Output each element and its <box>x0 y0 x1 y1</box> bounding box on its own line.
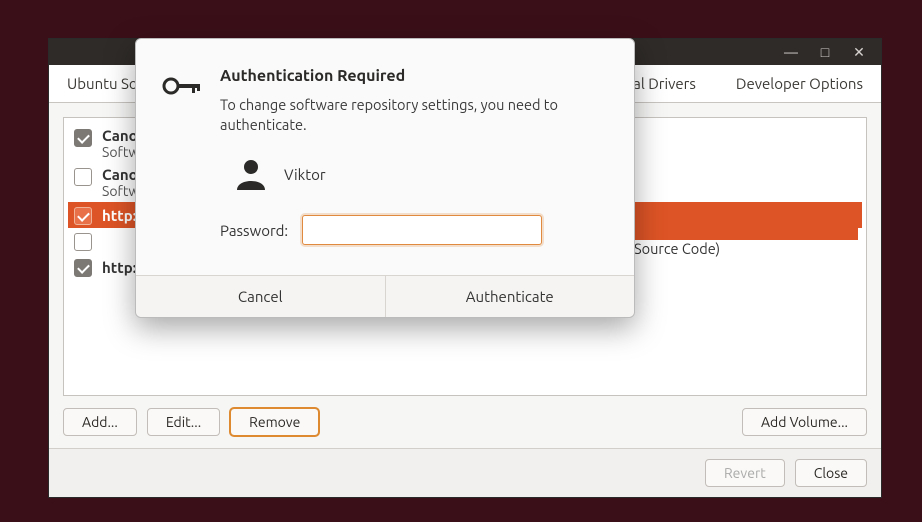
cancel-button[interactable]: Cancel <box>136 276 386 317</box>
authenticate-button[interactable]: Authenticate <box>386 276 635 317</box>
dialog-buttons: Cancel Authenticate <box>136 275 634 317</box>
modal-overlay: Authentication Required To change softwa… <box>0 0 922 522</box>
dialog-title: Authentication Required <box>220 67 608 85</box>
dialog-username: Viktor <box>284 166 326 183</box>
user-icon <box>234 156 268 193</box>
dialog-message: To change software repository settings, … <box>220 95 570 134</box>
password-label: Password: <box>220 222 288 239</box>
auth-dialog: Authentication Required To change softwa… <box>135 38 635 318</box>
password-input[interactable] <box>302 215 542 245</box>
dialog-user: Viktor <box>234 156 608 193</box>
key-icon <box>162 67 210 245</box>
